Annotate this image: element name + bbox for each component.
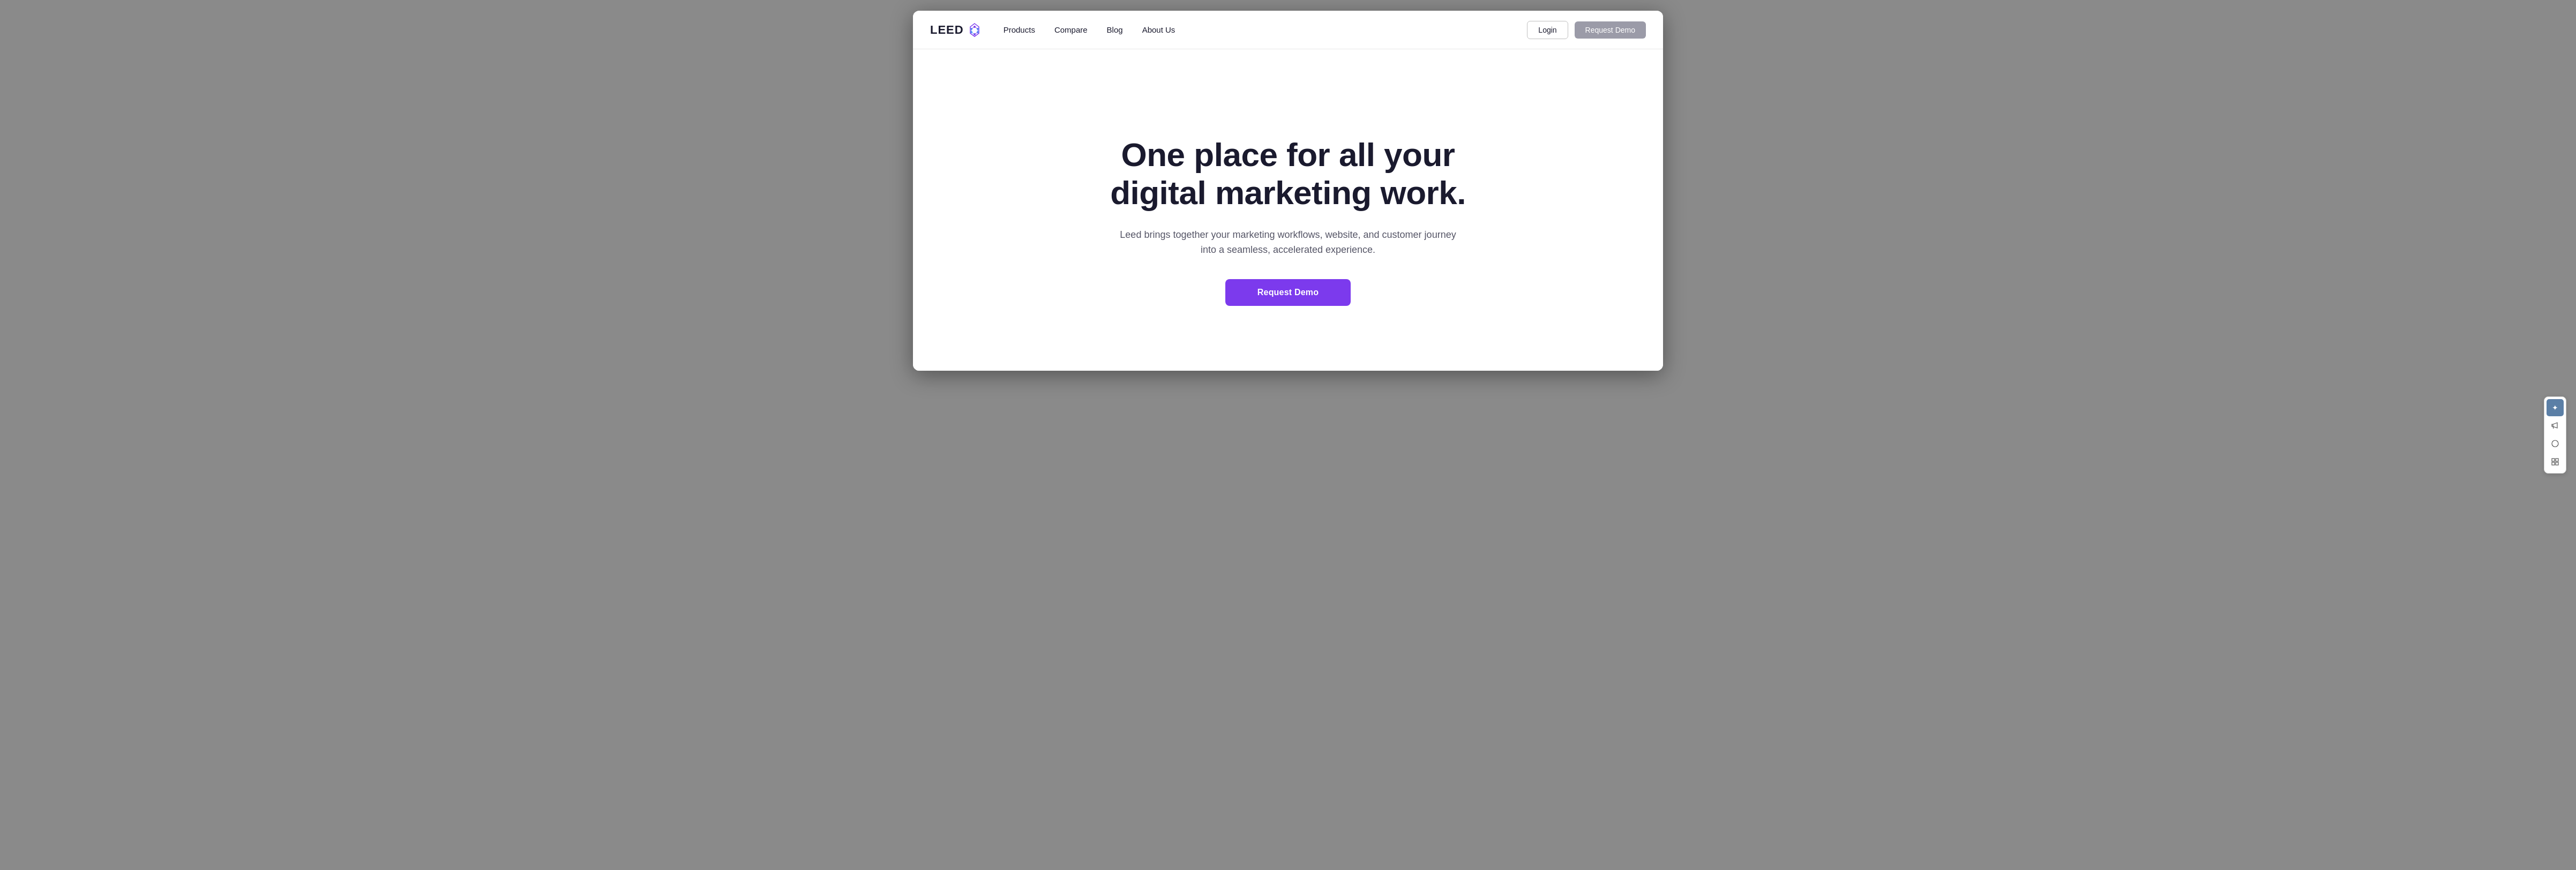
nav-links: Products Compare Blog About Us: [1004, 25, 1527, 35]
grid-icon: [2551, 458, 2559, 468]
svg-line-7: [975, 27, 978, 29]
svg-rect-14: [2552, 459, 2555, 461]
sidebar-toolbar: ✦: [2544, 396, 2566, 474]
leed-logo-icon: [967, 22, 982, 38]
nav-actions: Login Request Demo: [1527, 21, 1646, 39]
hero-title: One place for all your digital marketing…: [1079, 136, 1497, 212]
megaphone-icon: [2551, 421, 2559, 431]
logo-link[interactable]: LEED: [930, 22, 982, 38]
hero-subtitle: Leed brings together your marketing work…: [1117, 227, 1459, 258]
cursor-icon: ✦: [2552, 403, 2558, 412]
svg-rect-15: [2556, 459, 2558, 461]
cursor-toolbar-button[interactable]: ✦: [2547, 399, 2564, 416]
svg-line-12: [971, 27, 975, 29]
nav-item-compare[interactable]: Compare: [1054, 25, 1088, 35]
request-demo-nav-button[interactable]: Request Demo: [1575, 21, 1646, 39]
logo-text: LEED: [930, 23, 964, 37]
navbar: LEED Products Compare: [913, 11, 1663, 49]
nav-item-products[interactable]: Products: [1004, 25, 1035, 35]
login-button[interactable]: Login: [1527, 21, 1568, 39]
nav-link-about[interactable]: About Us: [1142, 25, 1175, 34]
megaphone-toolbar-button[interactable]: [2547, 417, 2564, 434]
browser-window: LEED Products Compare: [913, 11, 1663, 371]
nav-item-about[interactable]: About Us: [1142, 25, 1175, 35]
nav-link-compare[interactable]: Compare: [1054, 25, 1088, 34]
svg-rect-16: [2552, 462, 2555, 465]
chat-icon: [2551, 439, 2559, 449]
nav-link-blog[interactable]: Blog: [1107, 25, 1123, 34]
request-demo-hero-button[interactable]: Request Demo: [1225, 279, 1351, 306]
svg-point-13: [2552, 440, 2558, 447]
nav-link-products[interactable]: Products: [1004, 25, 1035, 34]
chat-toolbar-button[interactable]: [2547, 436, 2564, 453]
svg-rect-17: [2556, 462, 2558, 465]
grid-toolbar-button[interactable]: [2547, 454, 2564, 471]
hero-section: One place for all your digital marketing…: [913, 49, 1663, 371]
nav-item-blog[interactable]: Blog: [1107, 25, 1123, 35]
